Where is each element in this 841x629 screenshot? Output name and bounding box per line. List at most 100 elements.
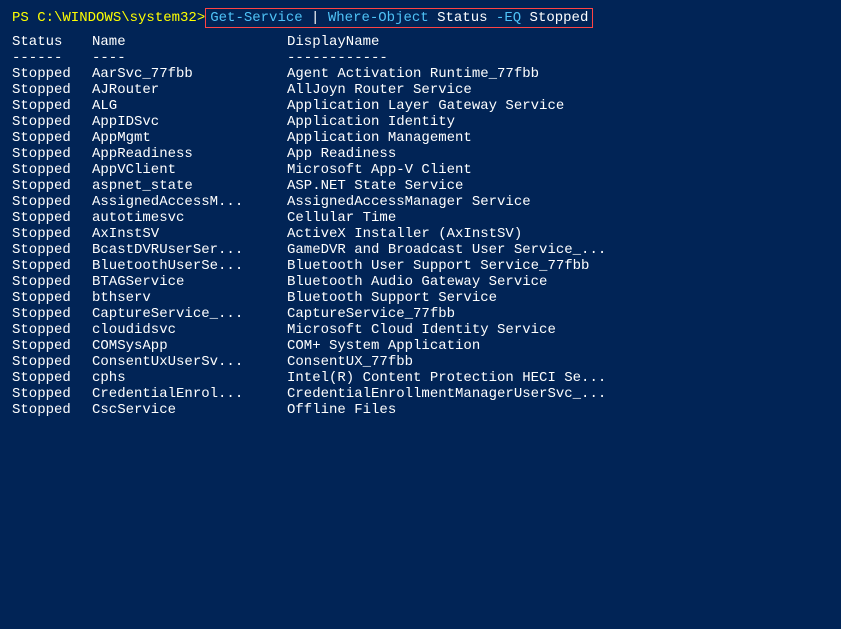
- cell-displayname: GameDVR and Broadcast User Service_...: [287, 242, 829, 258]
- table-row: StoppedAJRouterAllJoyn Router Service: [12, 82, 829, 98]
- cell-name: CscService: [92, 402, 287, 418]
- cell-name: AppReadiness: [92, 146, 287, 162]
- table-row: StoppedAarSvc_77fbbAgent Activation Runt…: [12, 66, 829, 82]
- cell-status: Stopped: [12, 66, 92, 82]
- cell-status: Stopped: [12, 338, 92, 354]
- table-row: StoppedAppReadinessApp Readiness: [12, 146, 829, 162]
- table-separator-row: ------ ---- ------------: [12, 50, 829, 66]
- cell-status: Stopped: [12, 178, 92, 194]
- table-row: StoppedCscServiceOffline Files: [12, 402, 829, 418]
- cmd-where-object: Where-Object: [328, 10, 429, 26]
- cell-status: Stopped: [12, 130, 92, 146]
- cmd-stopped: Stopped: [521, 10, 588, 26]
- table-row: StoppedAppMgmtApplication Management: [12, 130, 829, 146]
- cell-name: AppIDSvc: [92, 114, 287, 130]
- cell-name: AssignedAccessM...: [92, 194, 287, 210]
- cell-name: BTAGService: [92, 274, 287, 290]
- cell-displayname: Application Layer Gateway Service: [287, 98, 829, 114]
- cell-displayname: App Readiness: [287, 146, 829, 162]
- cell-displayname: Cellular Time: [287, 210, 829, 226]
- cell-name: ALG: [92, 98, 287, 114]
- cell-name: AJRouter: [92, 82, 287, 98]
- cell-name: BluetoothUserSe...: [92, 258, 287, 274]
- cell-displayname: Offline Files: [287, 402, 829, 418]
- cell-displayname: COM+ System Application: [287, 338, 829, 354]
- cell-status: Stopped: [12, 98, 92, 114]
- cell-name: COMSysApp: [92, 338, 287, 354]
- cell-status: Stopped: [12, 162, 92, 178]
- table-row: StoppedautotimesvcCellular Time: [12, 210, 829, 226]
- cell-displayname: CaptureService_77fbb: [287, 306, 829, 322]
- sep-name: ----: [92, 50, 287, 66]
- table-row: StoppedBluetoothUserSe...Bluetooth User …: [12, 258, 829, 274]
- header-status: Status: [12, 34, 92, 50]
- cell-status: Stopped: [12, 226, 92, 242]
- cell-displayname: ASP.NET State Service: [287, 178, 829, 194]
- cell-displayname: ConsentUX_77fbb: [287, 354, 829, 370]
- cell-displayname: Microsoft App-V Client: [287, 162, 829, 178]
- cell-status: Stopped: [12, 258, 92, 274]
- cmd-get-service: Get-Service: [210, 10, 302, 26]
- cell-name: BcastDVRUserSer...: [92, 242, 287, 258]
- service-table: Status Name DisplayName ------ ---- ----…: [12, 34, 829, 418]
- table-row: StoppedCredentialEnrol...CredentialEnrol…: [12, 386, 829, 402]
- cell-status: Stopped: [12, 194, 92, 210]
- cell-displayname: Bluetooth Support Service: [287, 290, 829, 306]
- cell-name: cloudidsvc: [92, 322, 287, 338]
- table-row: StoppedBcastDVRUserSer...GameDVR and Bro…: [12, 242, 829, 258]
- table-body: StoppedAarSvc_77fbbAgent Activation Runt…: [12, 66, 829, 418]
- cell-displayname: Intel(R) Content Protection HECI Se...: [287, 370, 829, 386]
- cell-status: Stopped: [12, 146, 92, 162]
- cell-name: bthserv: [92, 290, 287, 306]
- cell-displayname: Bluetooth User Support Service_77fbb: [287, 258, 829, 274]
- cell-name: AxInstSV: [92, 226, 287, 242]
- cell-status: Stopped: [12, 274, 92, 290]
- cell-status: Stopped: [12, 306, 92, 322]
- table-row: Stoppedaspnet_stateASP.NET State Service: [12, 178, 829, 194]
- cell-displayname: Agent Activation Runtime_77fbb: [287, 66, 829, 82]
- table-row: StoppedConsentUxUserSv...ConsentUX_77fbb: [12, 354, 829, 370]
- cell-status: Stopped: [12, 322, 92, 338]
- table-row: StoppedAxInstSVActiveX Installer (AxInst…: [12, 226, 829, 242]
- cell-status: Stopped: [12, 290, 92, 306]
- cell-name: autotimesvc: [92, 210, 287, 226]
- table-row: StoppedCaptureService_...CaptureService_…: [12, 306, 829, 322]
- cell-name: aspnet_state: [92, 178, 287, 194]
- header-name: Name: [92, 34, 287, 50]
- table-row: StoppedAssignedAccessM...AssignedAccessM…: [12, 194, 829, 210]
- cell-name: AppMgmt: [92, 130, 287, 146]
- cell-displayname: Microsoft Cloud Identity Service: [287, 322, 829, 338]
- cell-name: AarSvc_77fbb: [92, 66, 287, 82]
- table-header-row: Status Name DisplayName: [12, 34, 829, 50]
- cell-displayname: AssignedAccessManager Service: [287, 194, 829, 210]
- header-displayname: DisplayName: [287, 34, 829, 50]
- cmd-pipe: |: [303, 10, 328, 26]
- sep-status: ------: [12, 50, 92, 66]
- cell-status: Stopped: [12, 354, 92, 370]
- table-row: StoppedCOMSysAppCOM+ System Application: [12, 338, 829, 354]
- cell-displayname: CredentialEnrollmentManagerUserSvc_...: [287, 386, 829, 402]
- table-row: StoppedBTAGServiceBluetooth Audio Gatewa…: [12, 274, 829, 290]
- cmd-status: Status: [429, 10, 496, 26]
- table-row: StoppedcloudidsvcMicrosoft Cloud Identit…: [12, 322, 829, 338]
- cell-displayname: Bluetooth Audio Gateway Service: [287, 274, 829, 290]
- table-row: StoppedcphsIntel(R) Content Protection H…: [12, 370, 829, 386]
- cell-name: CaptureService_...: [92, 306, 287, 322]
- cell-status: Stopped: [12, 370, 92, 386]
- cell-status: Stopped: [12, 210, 92, 226]
- prompt-line: PS C:\WINDOWS\system32> Get-Service | Wh…: [12, 8, 829, 28]
- command-box[interactable]: Get-Service | Where-Object Status -EQ St…: [205, 8, 593, 28]
- cell-name: ConsentUxUserSv...: [92, 354, 287, 370]
- cell-displayname: ActiveX Installer (AxInstSV): [287, 226, 829, 242]
- cell-status: Stopped: [12, 402, 92, 418]
- cell-displayname: Application Identity: [287, 114, 829, 130]
- prompt-text: PS C:\WINDOWS\system32>: [12, 10, 205, 26]
- table-row: StoppedAppIDSvcApplication Identity: [12, 114, 829, 130]
- cmd-eq: -EQ: [496, 10, 521, 26]
- cell-name: cphs: [92, 370, 287, 386]
- cell-displayname: AllJoyn Router Service: [287, 82, 829, 98]
- cell-name: CredentialEnrol...: [92, 386, 287, 402]
- cell-status: Stopped: [12, 386, 92, 402]
- cell-name: AppVClient: [92, 162, 287, 178]
- table-row: StoppedbthservBluetooth Support Service: [12, 290, 829, 306]
